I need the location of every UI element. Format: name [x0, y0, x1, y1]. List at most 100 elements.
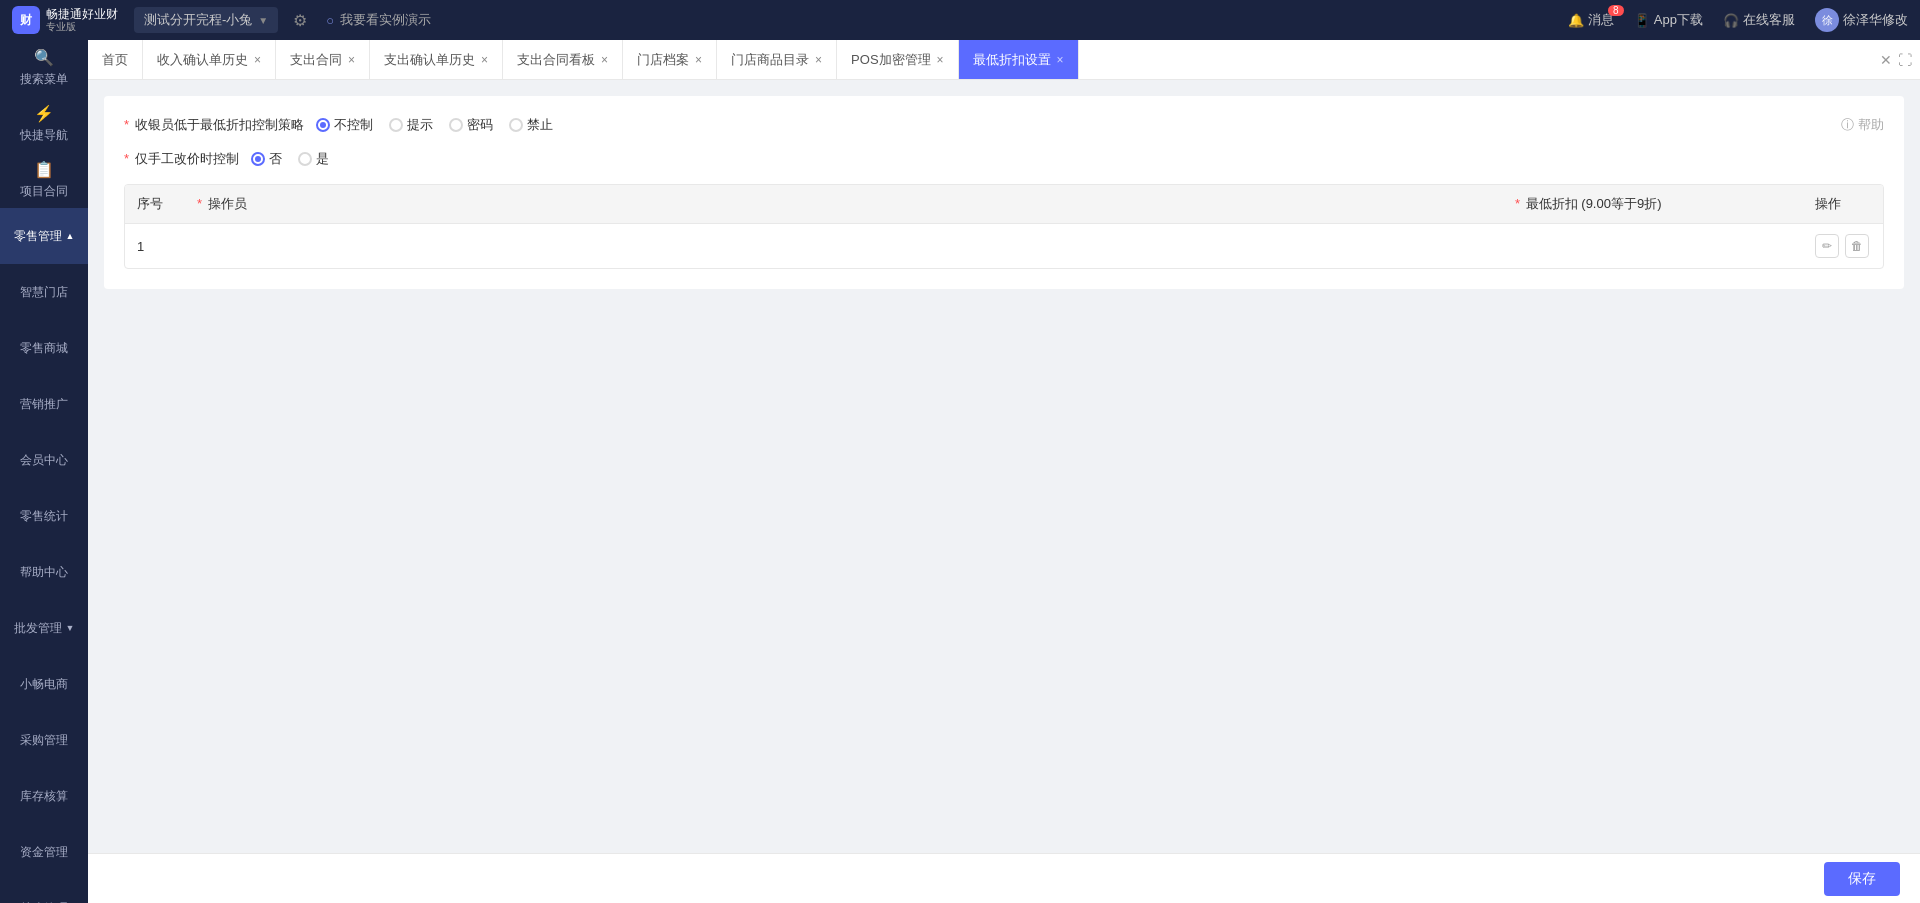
expand-tab-button[interactable]: ⛶: [1898, 52, 1912, 68]
sidebar-label: 搜索菜单: [20, 71, 68, 88]
sidebar-label: 营销推广: [20, 396, 68, 413]
radio-password[interactable]: 密码: [449, 116, 493, 134]
search-icon: 🔍: [34, 48, 54, 67]
sidebar-item-search[interactable]: 🔍 搜索菜单: [0, 40, 88, 96]
sidebar-label: 资金管理: [20, 844, 68, 861]
demo-link[interactable]: ○ 我要看实例演示: [326, 11, 431, 29]
radio-no[interactable]: 否: [251, 150, 282, 168]
tab-close-payment-confirm[interactable]: ×: [481, 53, 488, 67]
table-header: 序号 * 操作员 * 最低折扣 (9.00等于9折) 操作: [125, 185, 1883, 224]
sidebar-item-marketing[interactable]: 营销推广: [0, 376, 88, 432]
tab-close-payment-board[interactable]: ×: [601, 53, 608, 67]
tab-close-min-discount[interactable]: ×: [1057, 53, 1064, 67]
radio-circle-no-control: [316, 118, 330, 132]
cell-min-discount: [1503, 224, 1803, 268]
sidebar-label: 采购管理: [20, 732, 68, 749]
radio-circle-no: [251, 152, 265, 166]
form-row-2: * 仅手工改价时控制 否 是: [124, 150, 1884, 168]
tab-payment-confirm[interactable]: 支出确认单历史 ×: [370, 40, 503, 80]
online-support-button[interactable]: 🎧 在线客服: [1723, 11, 1795, 29]
project-selector[interactable]: 测试分开完程-小兔 ▼: [134, 7, 278, 33]
radio-circle-yes: [298, 152, 312, 166]
topbar-settings-icon[interactable]: ⚙: [286, 6, 314, 34]
tab-pos-password[interactable]: POS加密管理 ×: [837, 40, 958, 80]
col-actions: 操作: [1803, 185, 1883, 223]
settings-card: * 收银员低于最低折扣控制策略 不控制 提示: [104, 96, 1904, 289]
field2-label: * 仅手工改价时控制: [124, 150, 239, 168]
sidebar-label: 批发管理: [14, 620, 62, 637]
required-star-2: *: [124, 151, 129, 166]
sidebar-item-retail-stats[interactable]: 零售统计: [0, 488, 88, 544]
sidebar-item-retail[interactable]: 零售管理 ▲: [0, 208, 88, 264]
notifications-button[interactable]: 🔔 消息 8: [1568, 11, 1614, 29]
chevron-down-icon: ▼: [66, 623, 75, 633]
user-menu[interactable]: 徐 徐泽华修改: [1815, 8, 1908, 32]
sidebar-label: 会员中心: [20, 452, 68, 469]
tab-min-discount[interactable]: 最低折扣设置 ×: [959, 40, 1079, 80]
sidebar-label: 总账管理: [20, 900, 68, 904]
radio-circle-forbidden: [509, 118, 523, 132]
page-content: * 收银员低于最低折扣控制策略 不控制 提示: [88, 80, 1920, 853]
sidebar-item-smart-store[interactable]: 智慧门店: [0, 264, 88, 320]
contract-icon: 📋: [34, 160, 54, 179]
tab-close-pos-password[interactable]: ×: [937, 53, 944, 67]
save-button[interactable]: 保存: [1824, 862, 1900, 896]
tab-close-store-products[interactable]: ×: [815, 53, 822, 67]
sidebar-item-accounting[interactable]: 总账管理: [0, 880, 88, 903]
sidebar-item-help[interactable]: 帮助中心: [0, 544, 88, 600]
headset-icon: 🎧: [1723, 13, 1739, 28]
radio-yes[interactable]: 是: [298, 150, 329, 168]
tab-close-store-file[interactable]: ×: [695, 53, 702, 67]
table-row: 1 ✏ 🗑: [125, 224, 1883, 268]
edit-row-button[interactable]: ✏: [1815, 234, 1839, 258]
phone-icon: 📱: [1634, 13, 1650, 28]
help-link[interactable]: ⓘ 帮助: [1841, 116, 1884, 134]
sidebar-label: 库存核算: [20, 788, 68, 805]
tab-store-products[interactable]: 门店商品目录 ×: [717, 40, 837, 80]
tabbar: 首页 收入确认单历史 × 支出合同 × 支出确认单历史 × 支出合同看板 × 门…: [88, 40, 1920, 80]
sidebar-label: 小畅电商: [20, 676, 68, 693]
tab-close-payment-contract[interactable]: ×: [348, 53, 355, 67]
sidebar-item-wholesale[interactable]: 批发管理 ▼: [0, 600, 88, 656]
sidebar-item-quicknav[interactable]: ⚡ 快捷导航: [0, 96, 88, 152]
sidebar-item-purchase[interactable]: 采购管理: [0, 712, 88, 768]
tab-home[interactable]: 首页: [88, 40, 143, 80]
sidebar-item-finance[interactable]: 资金管理: [0, 824, 88, 880]
radio-group-1: 不控制 提示 密码 禁止: [316, 116, 553, 134]
col-min-discount: * 最低折扣 (9.00等于9折): [1503, 185, 1803, 223]
tab-close-income-confirm[interactable]: ×: [254, 53, 261, 67]
sidebar-item-ecommerce[interactable]: 小畅电商: [0, 656, 88, 712]
sidebar-item-contracts[interactable]: 📋 项目合同: [0, 152, 88, 208]
tab-income-confirm[interactable]: 收入确认单历史 ×: [143, 40, 276, 80]
radio-circle-password: [449, 118, 463, 132]
question-icon: ⓘ: [1841, 117, 1854, 132]
tab-payment-contract[interactable]: 支出合同 ×: [276, 40, 370, 80]
close-all-tabs-button[interactable]: ✕: [1880, 52, 1892, 68]
cell-actions: ✏ 🗑: [1803, 224, 1883, 268]
sidebar-item-members[interactable]: 会员中心: [0, 432, 88, 488]
radio-no-control[interactable]: 不控制: [316, 116, 373, 134]
flash-icon: ⚡: [34, 104, 54, 123]
topbar-right: 🔔 消息 8 📱 App下载 🎧 在线客服 徐 徐泽华修改: [1568, 8, 1908, 32]
sidebar-item-retail-mall[interactable]: 零售商城: [0, 320, 88, 376]
bottom-bar: 保存: [88, 853, 1920, 903]
cell-operator: [185, 224, 1503, 268]
delete-row-button[interactable]: 🗑: [1845, 234, 1869, 258]
form-row-1: * 收银员低于最低折扣控制策略 不控制 提示: [124, 116, 1884, 134]
discount-table: 序号 * 操作员 * 最低折扣 (9.00等于9折) 操作 1: [124, 184, 1884, 269]
sidebar-item-inventory[interactable]: 库存核算: [0, 768, 88, 824]
required-star-1: *: [124, 117, 129, 132]
tab-store-file[interactable]: 门店档案 ×: [623, 40, 717, 80]
col-seq: 序号: [125, 185, 185, 223]
sidebar-label: 零售管理: [14, 228, 62, 245]
sidebar-label: 零售统计: [20, 508, 68, 525]
radio-forbidden[interactable]: 禁止: [509, 116, 553, 134]
tab-payment-board[interactable]: 支出合同看板 ×: [503, 40, 623, 80]
tabbar-actions: ✕ ⛶: [1872, 52, 1920, 68]
app-download-button[interactable]: 📱 App下载: [1634, 11, 1703, 29]
required-star-op: *: [197, 196, 202, 211]
sidebar-label: 零售商城: [20, 340, 68, 357]
field1-label: * 收银员低于最低折扣控制策略: [124, 116, 304, 134]
radio-hint[interactable]: 提示: [389, 116, 433, 134]
cell-seq: 1: [125, 224, 185, 268]
